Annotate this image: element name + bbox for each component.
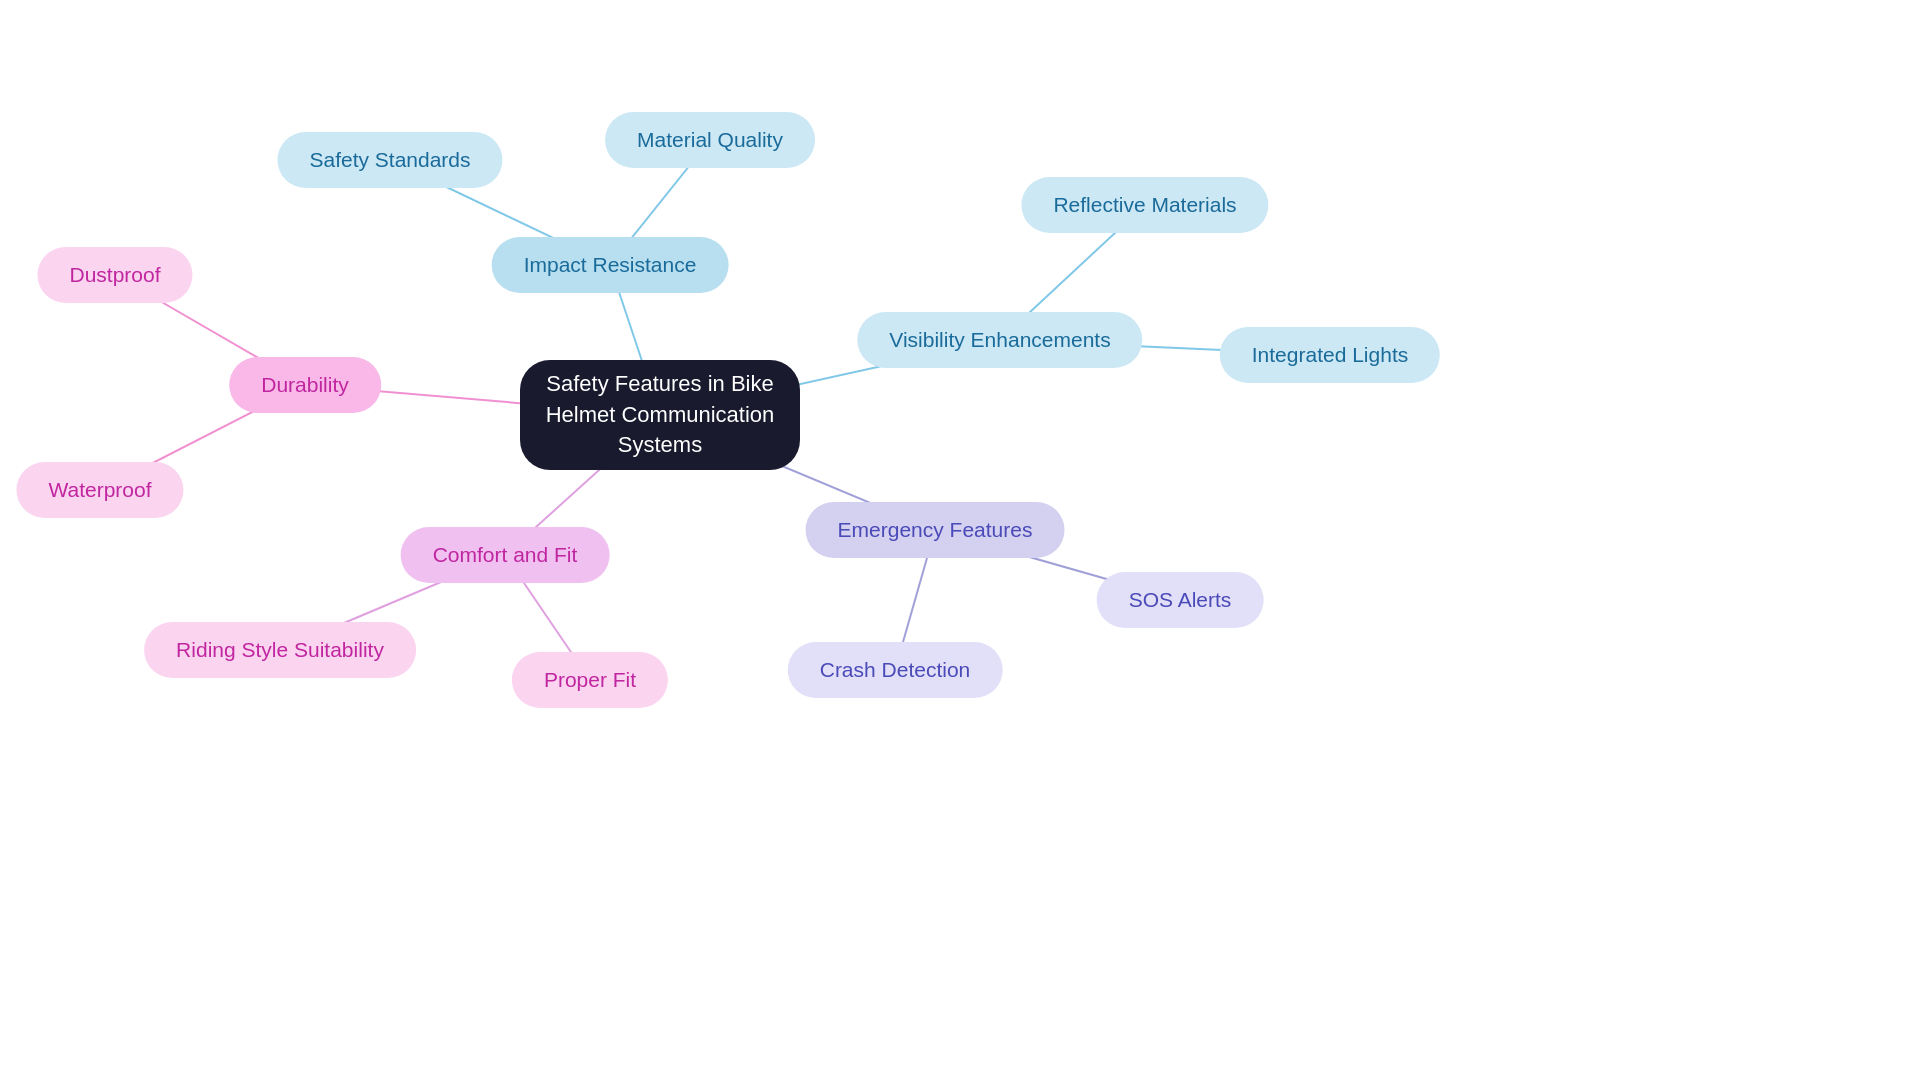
integrated-lights-node: Integrated Lights (1220, 327, 1440, 383)
material-quality-label: Material Quality (637, 128, 783, 152)
riding-style-label: Riding Style Suitability (176, 638, 384, 662)
waterproof-node: Waterproof (16, 462, 183, 518)
riding-style-node: Riding Style Suitability (144, 622, 416, 678)
crash-detection-label: Crash Detection (820, 658, 971, 682)
emergency-features-node: Emergency Features (806, 502, 1065, 558)
sos-alerts-node: SOS Alerts (1097, 572, 1264, 628)
proper-fit-node: Proper Fit (512, 652, 668, 708)
sos-alerts-label: SOS Alerts (1129, 588, 1232, 612)
crash-detection-node: Crash Detection (788, 642, 1003, 698)
center-node: Safety Features in Bike Helmet Communica… (520, 360, 800, 470)
durability-label: Durability (261, 373, 349, 397)
center-label: Safety Features in Bike Helmet Communica… (540, 369, 780, 461)
proper-fit-label: Proper Fit (544, 668, 636, 692)
impact-resistance-label: Impact Resistance (524, 253, 697, 277)
integrated-lights-label: Integrated Lights (1252, 343, 1408, 367)
visibility-enhancements-label: Visibility Enhancements (889, 328, 1110, 352)
reflective-materials-label: Reflective Materials (1053, 193, 1236, 217)
durability-node: Durability (229, 357, 381, 413)
impact-resistance-node: Impact Resistance (492, 237, 729, 293)
reflective-materials-node: Reflective Materials (1021, 177, 1268, 233)
dustproof-label: Dustproof (69, 263, 160, 287)
comfort-fit-node: Comfort and Fit (401, 527, 610, 583)
material-quality-node: Material Quality (605, 112, 815, 168)
safety-standards-node: Safety Standards (277, 132, 502, 188)
emergency-features-label: Emergency Features (838, 518, 1033, 542)
waterproof-label: Waterproof (48, 478, 151, 502)
dustproof-node: Dustproof (37, 247, 192, 303)
visibility-enhancements-node: Visibility Enhancements (857, 312, 1142, 368)
comfort-fit-label: Comfort and Fit (433, 543, 578, 567)
safety-standards-label: Safety Standards (309, 148, 470, 172)
